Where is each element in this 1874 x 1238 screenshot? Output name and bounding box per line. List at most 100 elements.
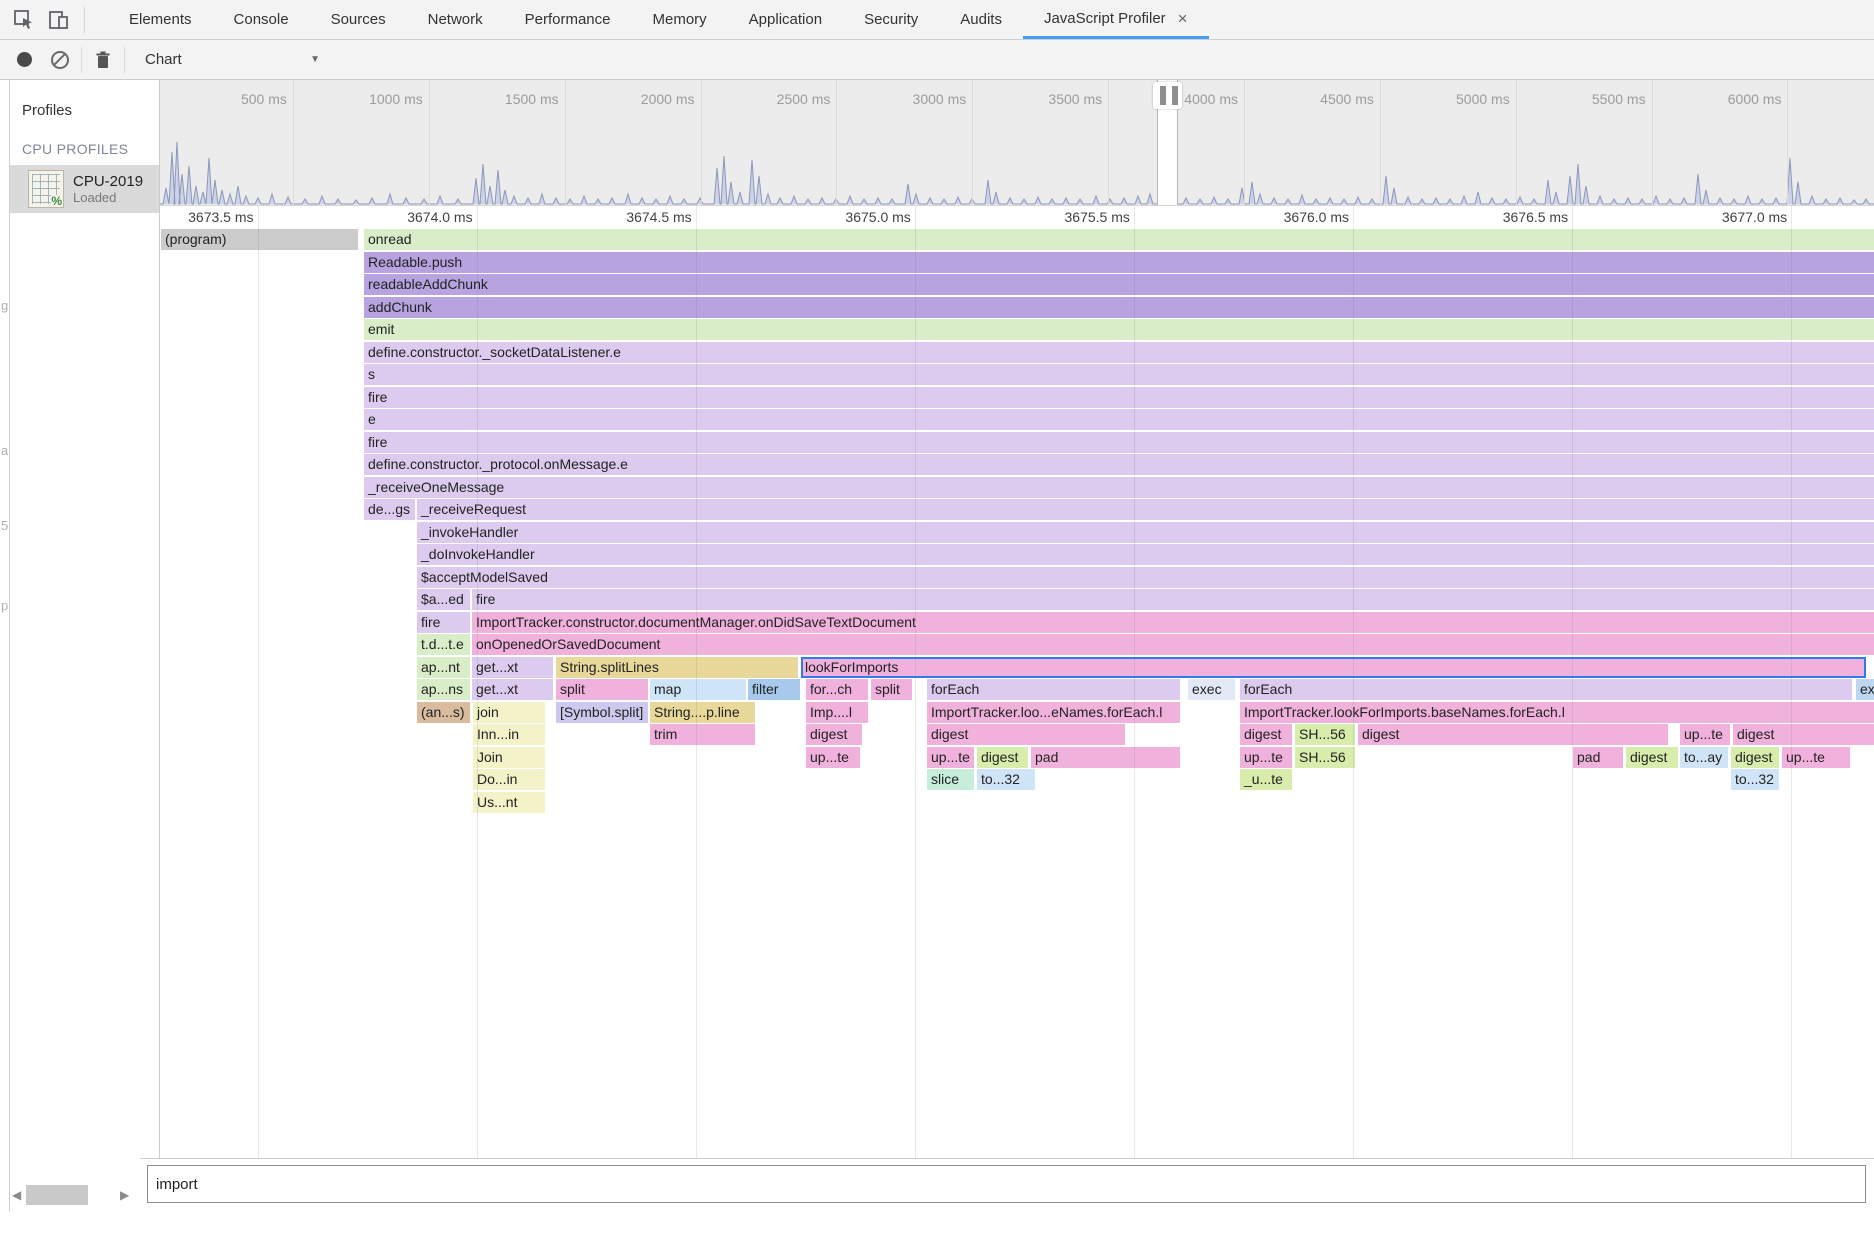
flame-bar[interactable]: _receiveOneMessage xyxy=(364,476,1874,498)
flame-bar-selected[interactable]: lookForImports xyxy=(801,656,1866,678)
flame-bar[interactable]: Imp....l xyxy=(806,701,868,723)
flame-bar[interactable]: fire xyxy=(472,589,1874,610)
flame-bar[interactable]: split xyxy=(556,679,648,700)
flame-bar[interactable]: to...32 xyxy=(1731,769,1779,790)
tab-performance[interactable]: Performance xyxy=(504,0,632,39)
flame-bar[interactable]: ex xyxy=(1856,679,1874,700)
flame-bar[interactable]: up...te xyxy=(1782,746,1850,768)
tab-elements[interactable]: Elements xyxy=(108,0,213,39)
flame-bar[interactable]: trim xyxy=(650,724,755,745)
flame-bar[interactable]: String....p.line xyxy=(650,701,755,723)
timeline-overview[interactable]: 500 ms 1000 ms 1500 ms 2000 ms 2500 ms 3000 m… xyxy=(160,80,1874,206)
flame-bar[interactable]: get...xt xyxy=(472,679,553,700)
tab-sources[interactable]: Sources xyxy=(310,0,407,39)
flame-bar[interactable]: fire xyxy=(364,431,1874,453)
record-button[interactable] xyxy=(9,45,39,75)
flame-bar[interactable]: to...ay xyxy=(1680,746,1728,768)
flame-bar[interactable]: ap...ns xyxy=(417,679,470,700)
flame-bar[interactable]: (program) xyxy=(161,229,358,250)
tab-memory[interactable]: Memory xyxy=(632,0,728,39)
flame-bar[interactable]: define.constructor._protocol.onMessage.e xyxy=(364,454,1874,475)
flame-bar[interactable]: Inn...in xyxy=(473,724,545,745)
flame-bar[interactable]: _invokeHandler xyxy=(417,521,1874,543)
flame-bar[interactable]: slice xyxy=(927,769,974,790)
flame-bar[interactable]: readableAddChunk xyxy=(364,274,1874,295)
clear-button[interactable] xyxy=(45,45,75,75)
scrollbar-thumb[interactable] xyxy=(26,1185,88,1205)
flame-bar[interactable]: digest xyxy=(1358,724,1668,745)
flame-bar[interactable]: map xyxy=(650,679,746,700)
flame-bar[interactable]: ImportTracker.constructor.documentManage… xyxy=(472,611,1874,633)
flame-bar[interactable]: Do...in xyxy=(473,769,545,790)
flame-bar[interactable]: digest xyxy=(1240,724,1292,745)
sidebar-item-cpu-profile[interactable]: % CPU-2019 Loaded xyxy=(10,165,159,213)
flame-bar[interactable]: join xyxy=(473,701,545,723)
inspect-element-icon[interactable] xyxy=(13,9,35,31)
flame-bar[interactable]: define.constructor._socketDataListener.e xyxy=(364,341,1874,363)
flame-bar[interactable]: ImportTracker.lookForImports.baseNames.f… xyxy=(1240,701,1874,723)
flame-bar[interactable]: _receiveRequest xyxy=(417,499,1874,520)
flame-bar[interactable]: emit xyxy=(364,319,1874,340)
flame-bar[interactable]: exec xyxy=(1188,679,1235,700)
flame-bar[interactable]: digest xyxy=(977,746,1028,768)
flame-bar[interactable]: _u...te xyxy=(1240,769,1292,790)
tab-security[interactable]: Security xyxy=(843,0,939,39)
flame-bar[interactable]: fire xyxy=(364,386,1874,408)
flame-bar[interactable]: s xyxy=(364,364,1874,385)
flame-bar[interactable]: digest xyxy=(927,724,1125,745)
tab-javascript-profiler[interactable]: JavaScript Profiler × xyxy=(1022,0,1209,39)
flame-bar[interactable]: ImportTracker.loo...eNames.forEach.l xyxy=(927,701,1180,723)
flame-bar[interactable]: SH...56 xyxy=(1295,746,1355,768)
flame-bar[interactable]: (an...s) xyxy=(417,701,470,723)
flame-bar[interactable]: String.splitLines xyxy=(556,656,798,678)
flame-bar[interactable]: digest xyxy=(1731,746,1779,768)
device-toolbar-icon[interactable] xyxy=(48,9,70,31)
flame-bar[interactable]: to...32 xyxy=(977,769,1035,790)
flame-bar[interactable]: t.d...t.e xyxy=(417,634,470,655)
close-icon[interactable]: × xyxy=(1178,10,1188,27)
flame-bar[interactable]: ap...nt xyxy=(417,656,470,678)
sidebar-horizontal-scrollbar[interactable]: ◀ ▶ xyxy=(10,1184,138,1208)
flame-bar[interactable]: up...te xyxy=(806,746,860,768)
flame-bar[interactable]: digest xyxy=(1626,746,1678,768)
scroll-right-arrow-icon[interactable]: ▶ xyxy=(120,1188,129,1202)
flame-bar[interactable]: up...te xyxy=(927,746,974,768)
flame-bar[interactable]: pad xyxy=(1031,746,1180,768)
flame-bar[interactable]: fire xyxy=(417,611,470,633)
search-input[interactable] xyxy=(147,1165,1866,1203)
overview-selection-handle[interactable] xyxy=(1153,82,1182,109)
flame-bar[interactable]: addChunk xyxy=(364,296,1874,318)
flame-bar[interactable]: for...ch xyxy=(806,679,868,700)
tab-console[interactable]: Console xyxy=(213,0,310,39)
flame-bar[interactable]: de...gs xyxy=(364,499,415,520)
flame-bar[interactable]: get...xt xyxy=(472,656,553,678)
flame-bar[interactable]: onOpenedOrSavedDocument xyxy=(472,634,1874,655)
flame-bar[interactable]: Join xyxy=(473,746,545,768)
view-mode-select[interactable]: Chart ▼ xyxy=(145,51,320,68)
selection-handle-grip-left[interactable] xyxy=(1160,86,1166,105)
flame-bar[interactable]: forEach xyxy=(1240,679,1852,700)
flame-bar[interactable]: e xyxy=(364,409,1874,430)
flame-bar[interactable]: $a...ed xyxy=(417,589,470,610)
flame-bar[interactable]: Us...nt xyxy=(473,791,545,813)
tab-network[interactable]: Network xyxy=(407,0,504,39)
delete-profile-button[interactable] xyxy=(88,45,118,75)
flame-bar[interactable]: onread xyxy=(364,229,1874,250)
flame-chart[interactable]: 3673.5 ms 3674.0 ms 3674.5 ms 3675.0 ms 3675… xyxy=(160,206,1874,1238)
flame-bar[interactable]: [Symbol.split] xyxy=(556,701,648,723)
selection-handle-grip-right[interactable] xyxy=(1172,86,1178,105)
tab-application[interactable]: Application xyxy=(728,0,843,39)
flame-bar[interactable]: SH...56 xyxy=(1295,724,1355,745)
flame-bar[interactable]: split xyxy=(871,679,912,700)
flame-bar[interactable]: _doInvokeHandler xyxy=(417,544,1874,565)
flame-bar[interactable]: $acceptModelSaved xyxy=(417,566,1874,588)
flame-bar[interactable]: digest xyxy=(1733,724,1874,745)
flame-bar[interactable]: Readable.push xyxy=(364,251,1874,273)
flame-bar[interactable]: up...te xyxy=(1680,724,1730,745)
flame-bar[interactable]: forEach xyxy=(927,679,1180,700)
flame-bar[interactable]: pad xyxy=(1573,746,1623,768)
flame-bar[interactable]: digest xyxy=(806,724,862,745)
scroll-left-arrow-icon[interactable]: ◀ xyxy=(12,1188,21,1202)
flame-bar[interactable]: filter xyxy=(748,679,800,700)
tab-audits[interactable]: Audits xyxy=(939,0,1023,39)
